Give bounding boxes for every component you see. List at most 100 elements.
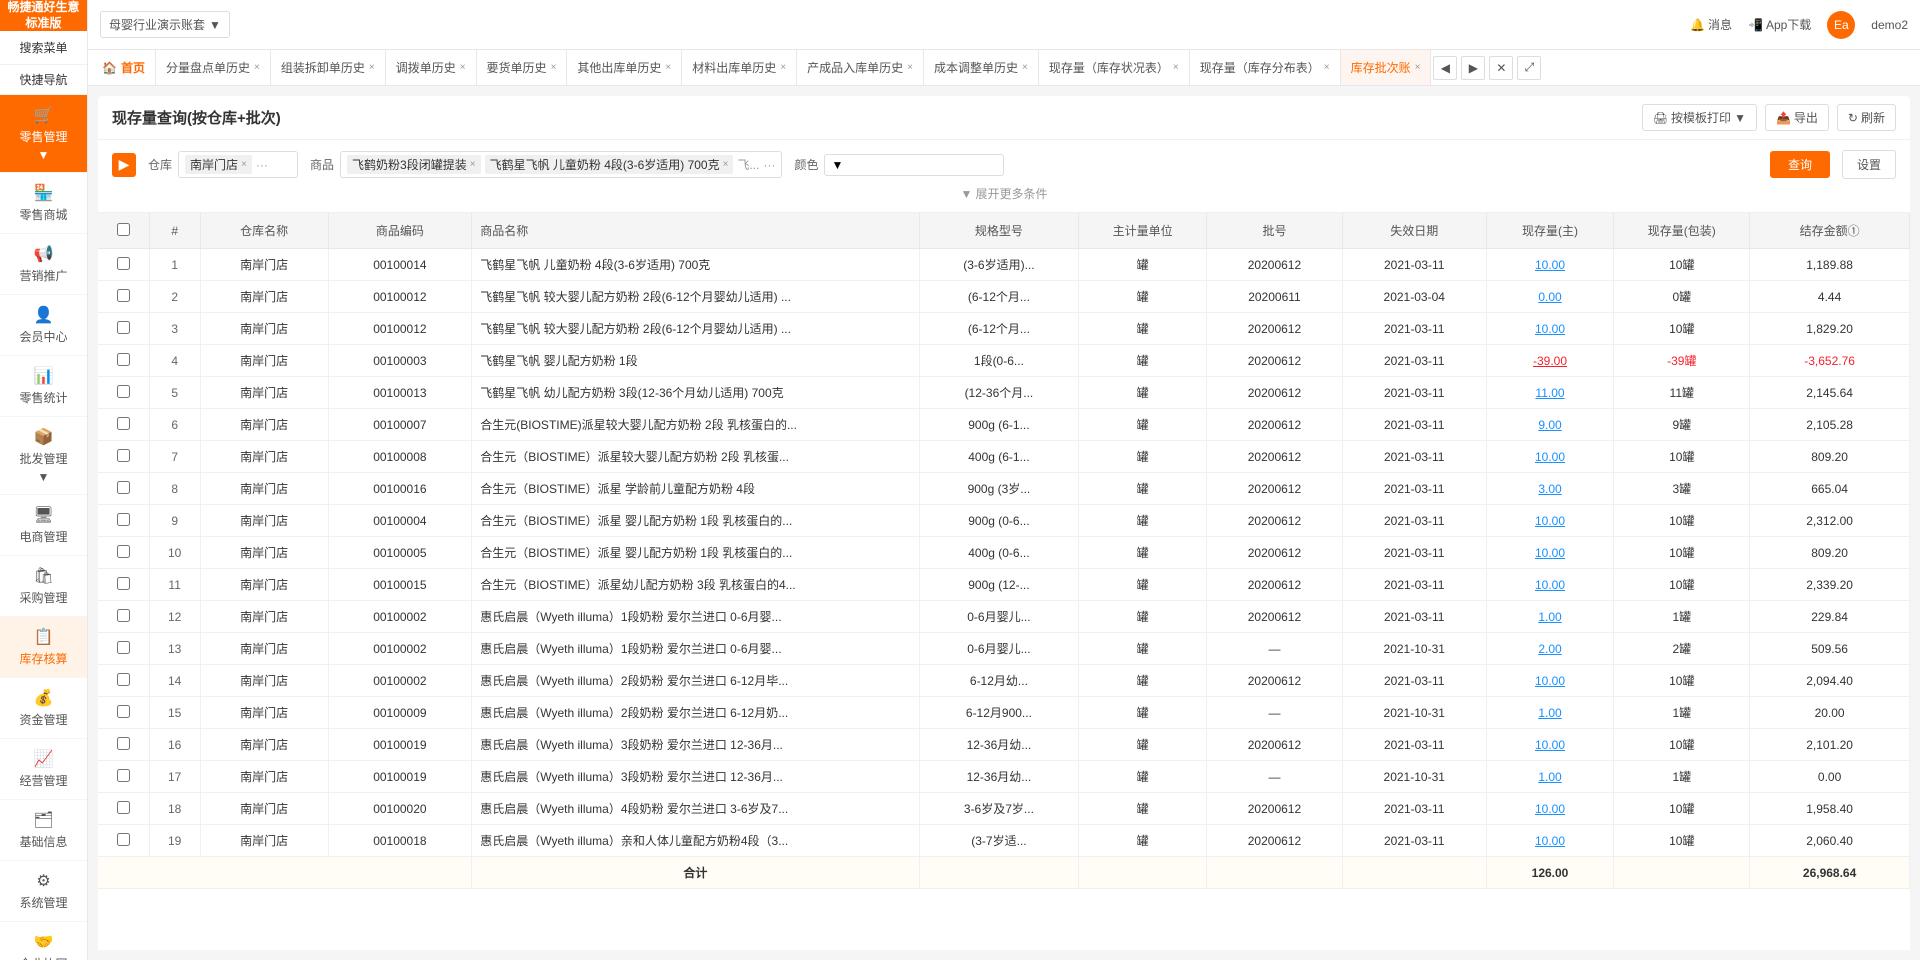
tab-prev-btn[interactable]: ◀ [1433,56,1457,80]
tab-next-btn[interactable]: ▶ [1461,56,1485,80]
row-qty[interactable]: 10.00 [1486,729,1614,761]
sidebar-item-basic[interactable]: 🗂 基础信息 [0,800,87,861]
row-checkbox-14[interactable] [117,705,130,718]
row-qty[interactable]: 9.00 [1486,409,1614,441]
row-checkbox-0[interactable] [117,257,130,270]
tab-close-1[interactable]: × [254,62,260,73]
row-qty[interactable]: -39.00 [1486,345,1614,377]
message-btn[interactable]: 🔔 消息 [1690,16,1732,33]
row-checkbox-10[interactable] [117,577,130,590]
query-btn[interactable]: 查询 [1770,151,1830,178]
tab-7[interactable]: 产成品入库单历史 × [797,50,924,86]
product-more[interactable]: 飞... [737,156,759,173]
row-checkbox-13[interactable] [117,673,130,686]
sidebar-item-enterprise[interactable]: 🤝 企业协同 [0,922,87,960]
row-qty[interactable]: 10.00 [1486,441,1614,473]
row-checkbox-7[interactable] [117,481,130,494]
product-tag-2-remove[interactable]: × [723,159,729,170]
row-checkbox-3[interactable] [117,353,130,366]
sidebar-item-finance[interactable]: 💰 资金管理 [0,678,87,739]
row-qty[interactable]: 3.00 [1486,473,1614,505]
row-checkbox-9[interactable] [117,545,130,558]
select-all-checkbox[interactable] [117,223,130,236]
tab-11[interactable]: 库存批次账 × [1341,50,1432,86]
row-checkbox-16[interactable] [117,769,130,782]
app-download-btn[interactable]: 📲 App下载 [1748,16,1811,33]
sidebar-item-shop[interactable]: 🏪 零售商城 [0,173,87,234]
warehouse-more[interactable]: ··· [256,158,268,172]
col-checkbox[interactable] [98,213,149,249]
row-qty[interactable]: 10.00 [1486,665,1614,697]
row-checkbox-6[interactable] [117,449,130,462]
sidebar-item-member[interactable]: 👤 会员中心 [0,295,87,356]
row-qty[interactable]: 0.00 [1486,281,1614,313]
row-qty[interactable]: 10.00 [1486,569,1614,601]
print-btn[interactable]: 🖨 按模板打印 ▼ [1642,104,1757,131]
row-qty[interactable]: 10.00 [1486,313,1614,345]
row-qty[interactable]: 1.00 [1486,761,1614,793]
sidebar-item-retail[interactable]: 🛒 零售管理 ▼ [0,95,87,173]
row-checkbox-17[interactable] [117,801,130,814]
refresh-btn[interactable]: ↻ 刷新 [1837,104,1896,131]
row-qty[interactable]: 10.00 [1486,249,1614,281]
tab-close-8[interactable]: × [1022,62,1028,73]
sidebar-item-ecommerce[interactable]: 🖥 电商管理 [0,495,87,556]
product-tag-group[interactable]: 飞鹤奶粉3段闭罐提装 × 飞鹤星飞帆 儿童奶粉 4段(3-6岁适用) 700克 … [340,151,782,178]
expand-filters-btn[interactable]: ▶ [112,153,136,177]
export-btn[interactable]: 📤 导出 [1765,104,1829,131]
tab-2[interactable]: 组装拆卸单历史 × [271,50,386,86]
row-qty[interactable]: 1.00 [1486,601,1614,633]
row-qty[interactable]: 2.00 [1486,633,1614,665]
color-tag-group[interactable]: ▼ [824,154,1004,176]
row-checkbox-15[interactable] [117,737,130,750]
sidebar-item-inventory[interactable]: 📋 库存核算 [0,617,87,678]
expand-more-filters[interactable]: ▼ 展开更多条件 [112,185,1896,202]
tab-close-9[interactable]: × [1173,62,1179,73]
row-checkbox-2[interactable] [117,321,130,334]
row-checkbox-18[interactable] [117,833,130,846]
user-avatar[interactable]: Ea [1827,11,1855,39]
tab-3[interactable]: 调拨单历史 × [386,50,477,86]
sidebar-item-operation[interactable]: 📈 经营管理 [0,739,87,800]
row-qty[interactable]: 10.00 [1486,825,1614,857]
tab-5[interactable]: 其他出库单历史 × [567,50,682,86]
sidebar-item-stat[interactable]: 📊 零售统计 [0,356,87,417]
sidebar-item-wholesale[interactable]: 📦 批发管理 ▼ [0,417,87,495]
row-checkbox-1[interactable] [117,289,130,302]
tab-close-4[interactable]: × [551,62,557,73]
row-qty[interactable]: 10.00 [1486,505,1614,537]
row-checkbox-5[interactable] [117,417,130,430]
product-tag-1-remove[interactable]: × [470,159,476,170]
tab-6[interactable]: 材料出库单历史 × [682,50,797,86]
tab-home[interactable]: 🏠 首页 [92,50,156,86]
row-checkbox-4[interactable] [117,385,130,398]
tab-maximize-btn[interactable]: ⤢ [1517,56,1541,80]
tab-close-7[interactable]: × [907,62,913,73]
tab-8[interactable]: 成本调整单历史 × [924,50,1039,86]
product-ellipsis[interactable]: ··· [763,158,775,172]
tab-9[interactable]: 现存量（库存状况表） × [1039,50,1190,86]
sidebar-item-purchase[interactable]: 🛍 采购管理 [0,556,87,617]
sidebar-quick-nav[interactable]: 快捷导航 [0,65,87,95]
sidebar-search[interactable]: 搜索菜单 [0,31,87,65]
row-qty[interactable]: 10.00 [1486,537,1614,569]
tab-close-3[interactable]: × [460,62,466,73]
username-label[interactable]: demo2 [1871,18,1908,32]
warehouse-tag-remove[interactable]: × [241,159,247,170]
tab-close-2[interactable]: × [369,62,375,73]
tab-close-10[interactable]: × [1324,62,1330,73]
row-checkbox-11[interactable] [117,609,130,622]
row-checkbox-12[interactable] [117,641,130,654]
row-qty[interactable]: 11.00 [1486,377,1614,409]
tab-close-6[interactable]: × [780,62,786,73]
tab-close-11[interactable]: × [1415,62,1421,73]
sidebar-item-system[interactable]: ⚙ 系统管理 [0,861,87,922]
warehouse-tag-group[interactable]: 南岸门店 × ··· [178,151,298,178]
tab-close-all-btn[interactable]: ✕ [1489,56,1513,80]
row-qty[interactable]: 1.00 [1486,697,1614,729]
sidebar-item-marketing[interactable]: 📢 营销推广 [0,234,87,295]
tab-4[interactable]: 要货单历史 × [477,50,568,86]
settings-btn[interactable]: 设置 [1842,150,1896,179]
tab-close-5[interactable]: × [665,62,671,73]
account-selector[interactable]: 母婴行业演示账套 ▼ [100,11,230,38]
